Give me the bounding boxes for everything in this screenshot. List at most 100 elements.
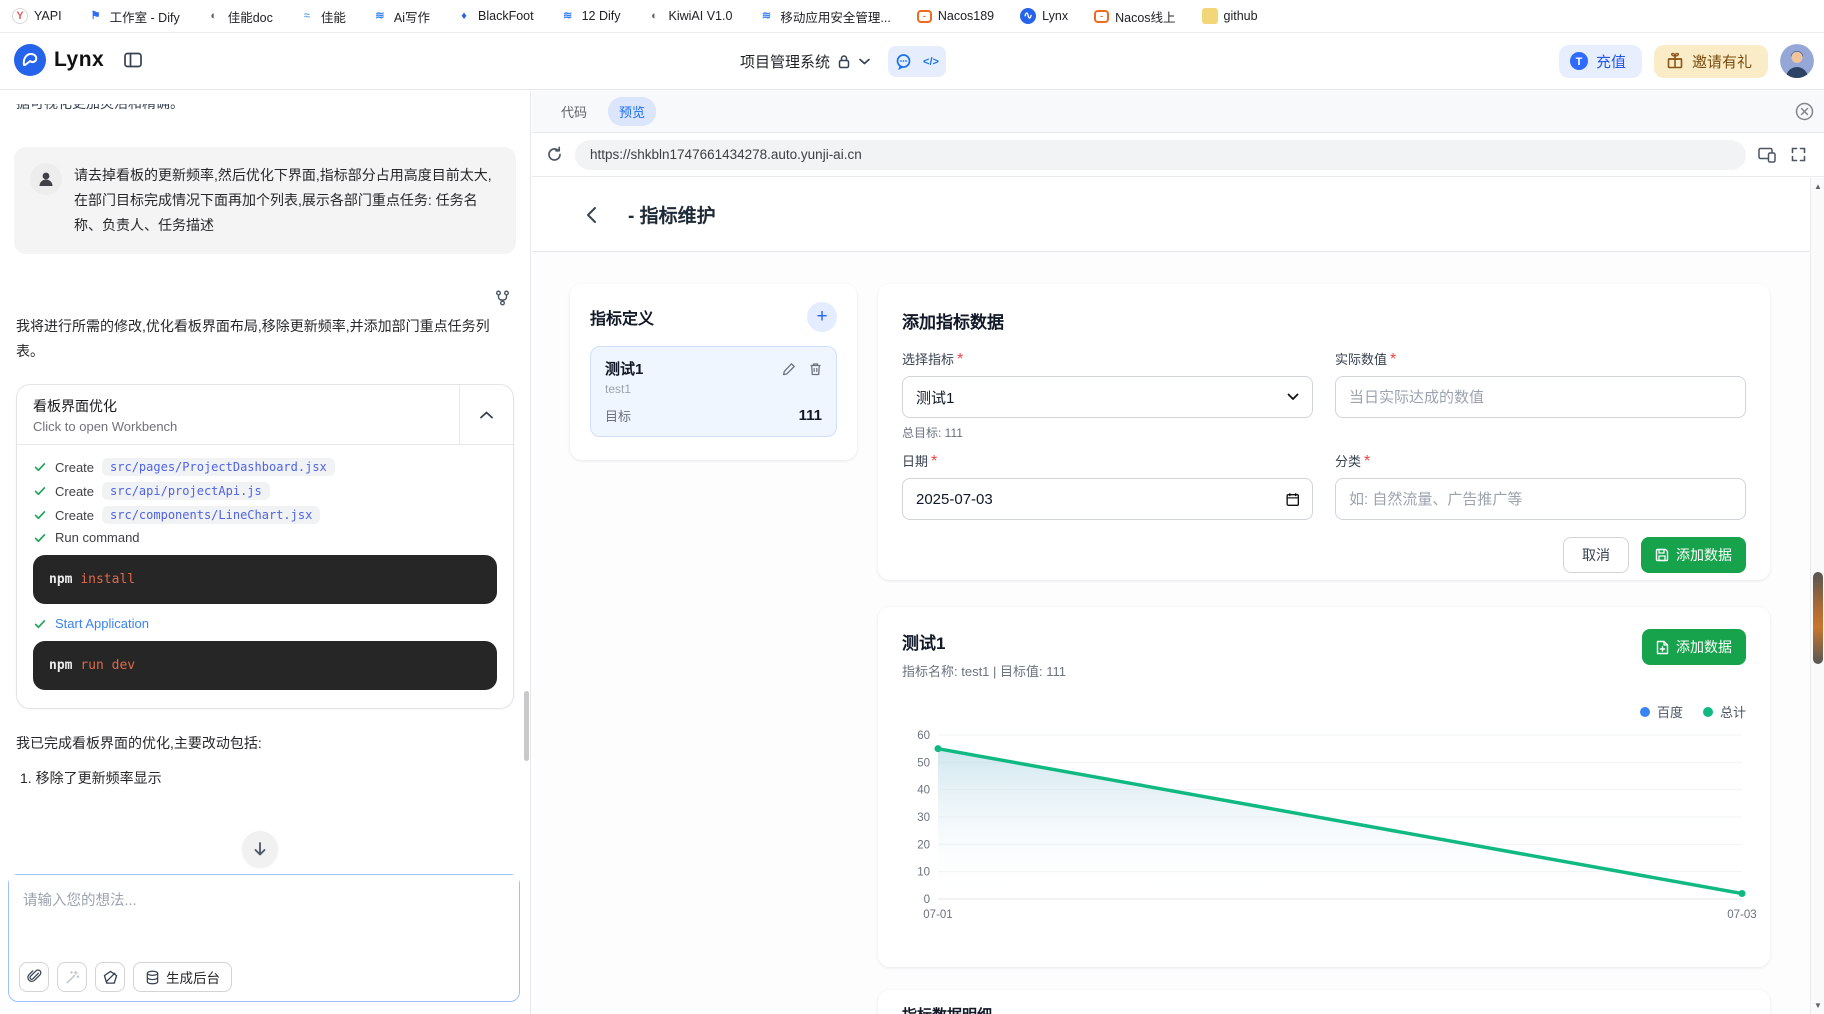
workbench-step: Create src/components/LineChart.jsx (33, 506, 497, 524)
refresh-icon[interactable] (546, 146, 563, 163)
workbench-step: Run command (33, 530, 497, 545)
data-detail-card: 指标数据明细 (878, 990, 1770, 1014)
bookmark-label: 佳能 (320, 10, 346, 25)
wind-favicon: ≋ (562, 9, 573, 22)
date-input[interactable] (902, 478, 1313, 520)
scrollbar-down-arrow[interactable]: ▼ (1811, 1001, 1824, 1010)
bookmarks-bar: Y YAPI ⚑ 工作室 - Dify ◐ 佳能doc ≈ 佳能 ≋ Ai写作 ♦ BlackFoot… (0, 0, 1824, 33)
url-input[interactable] (590, 147, 1731, 162)
step-label: Create (55, 459, 95, 475)
workbench-steps: Create src/pages/ProjectDashboard.jsx Crea… (33, 458, 497, 545)
preview-viewport: - 指标维护 指标定义 + 测试1 test1 目标 111 添加指标数据 选择… (532, 178, 1810, 1014)
circle-slash-icon (103, 970, 117, 984)
svg-text:0: 0 (924, 894, 930, 906)
bookmark-item[interactable]: ⚑ 工作室 - Dify (88, 7, 180, 26)
bookmark-item[interactable]: ≋ 12 Dify (560, 8, 621, 24)
chat-scrollbar-thumb[interactable] (524, 691, 529, 761)
bookmark-label: Lynx (1042, 9, 1069, 23)
preview-panel: 代码 预览 - 指标维护 (532, 91, 1824, 1014)
chart-add-data-button[interactable]: 添加数据 (1642, 629, 1746, 665)
lynx-favicon: ∿ (1020, 8, 1037, 24)
person-icon (30, 163, 62, 195)
chevron-down-icon[interactable] (858, 57, 871, 66)
scrolled-text-fragment: 据可视化更加灵活和精确。 (16, 95, 184, 111)
start-application-link[interactable]: Start Application (55, 616, 149, 631)
bookmark-item[interactable]: Y YAPI (12, 8, 62, 24)
tab-preview[interactable]: 预览 (608, 97, 657, 126)
tab-code[interactable]: 代码 (550, 97, 598, 126)
target-label: 目标 (605, 409, 632, 424)
chat-view-icon[interactable] (890, 49, 916, 75)
device-toggle-icon[interactable] (1758, 147, 1776, 163)
bookmark-item[interactable]: ≋ 移动应用安全管理... (758, 7, 891, 26)
bookmark-item[interactable]: ♦ BlackFoot (456, 8, 533, 24)
bookmark-item[interactable]: - Nacos189 (916, 9, 995, 23)
file-favicon (1201, 8, 1218, 24)
metric-item[interactable]: 测试1 test1 目标 111 (590, 346, 837, 437)
stop-button[interactable] (95, 962, 125, 992)
legend-item: 总计 (1702, 702, 1746, 721)
preview-scrollbar-thumb[interactable] (1813, 572, 1823, 664)
close-preview-icon[interactable] (1795, 102, 1814, 121)
data-detail-title: 指标数据明细 (902, 1004, 1746, 1014)
select-chevron-icon (1287, 393, 1299, 400)
bookmark-item[interactable]: ∿ Lynx (1020, 8, 1068, 24)
bookmark-item[interactable]: ◐ KiwiAI V1.0 (647, 8, 732, 24)
bookmark-label: Ai写作 (393, 10, 430, 25)
legend-dot-icon (1702, 706, 1713, 717)
bookmark-item[interactable]: ≋ Ai写作 (372, 7, 430, 26)
globe-favicon: ◐ (651, 9, 658, 22)
coin-icon: T (1569, 52, 1588, 70)
metric-select[interactable]: 测试1 (902, 376, 1313, 418)
category-label: 分类 (1335, 454, 1362, 469)
step-label: Create (55, 507, 95, 523)
category-input[interactable] (1349, 490, 1732, 508)
chat-input[interactable] (9, 875, 519, 947)
enhance-button[interactable] (57, 962, 87, 992)
actual-value-input[interactable] (1349, 388, 1732, 406)
bookmark-item[interactable]: - Nacos线上 (1094, 7, 1176, 26)
bookmark-item[interactable]: github (1201, 8, 1258, 24)
bookmark-item[interactable]: ◐ 佳能doc (206, 7, 272, 26)
attach-button[interactable] (19, 962, 49, 992)
scrollbar-up-arrow[interactable]: ▲ (1811, 182, 1824, 191)
branch-icon[interactable] (495, 290, 510, 306)
edit-pencil-icon[interactable] (782, 362, 796, 376)
url-bar[interactable] (575, 139, 1746, 170)
code-view-icon[interactable]: </> (918, 49, 944, 75)
legend-dot-icon (1639, 706, 1650, 717)
sidebar-toggle-icon[interactable] (124, 52, 143, 68)
delete-trash-icon[interactable] (809, 362, 822, 376)
bookmark-label: YAPI (34, 9, 62, 23)
legend-item: 百度 (1639, 702, 1683, 721)
magic-wand-icon (66, 970, 79, 983)
bookmark-item[interactable]: ≈ 佳能 (299, 7, 346, 26)
bookmark-label: 移动应用安全管理... (780, 10, 891, 25)
scroll-to-bottom-button[interactable] (242, 831, 278, 867)
lynx-logo-icon[interactable] (14, 44, 46, 76)
project-name[interactable]: 项目管理系统 (740, 51, 830, 72)
select-metric-label: 选择指标 (902, 352, 955, 367)
workbench-open-area[interactable]: 看板界面优化 Click to open Workbench (17, 385, 459, 444)
file-chip[interactable]: src/pages/ProjectDashboard.jsx (102, 458, 335, 476)
workbench-step: Create src/pages/ProjectDashboard.jsx (33, 458, 497, 476)
back-chevron-icon[interactable] (585, 205, 598, 225)
database-icon (146, 970, 159, 984)
workbench-step: Create src/api/projectApi.js (33, 482, 497, 500)
chevron-up-icon (480, 411, 493, 418)
add-metric-button[interactable]: + (807, 302, 837, 332)
recharge-button[interactable]: T 充值 (1558, 44, 1642, 78)
file-chip[interactable]: src/components/LineChart.jsx (102, 506, 321, 524)
submit-add-data-button[interactable]: 添加数据 (1641, 537, 1746, 573)
cancel-button[interactable]: 取消 (1563, 537, 1629, 573)
collapse-button[interactable] (459, 385, 513, 444)
file-chip[interactable]: src/api/projectApi.js (102, 482, 270, 500)
bookmark-label: Nacos线上 (1115, 10, 1176, 25)
invite-button[interactable]: 邀请有礼 (1653, 44, 1768, 78)
bookmark-label: Nacos189 (937, 9, 995, 23)
user-avatar[interactable] (1780, 44, 1814, 78)
lock-icon (837, 54, 851, 69)
fullscreen-icon[interactable] (1791, 147, 1806, 162)
generate-backend-button[interactable]: 生成后台 (133, 962, 232, 992)
chat-panel: 据可视化更加灵活和精确。 请去掉看板的更新频率,然后优化下界面,指标部分占用高度… (0, 91, 531, 1014)
